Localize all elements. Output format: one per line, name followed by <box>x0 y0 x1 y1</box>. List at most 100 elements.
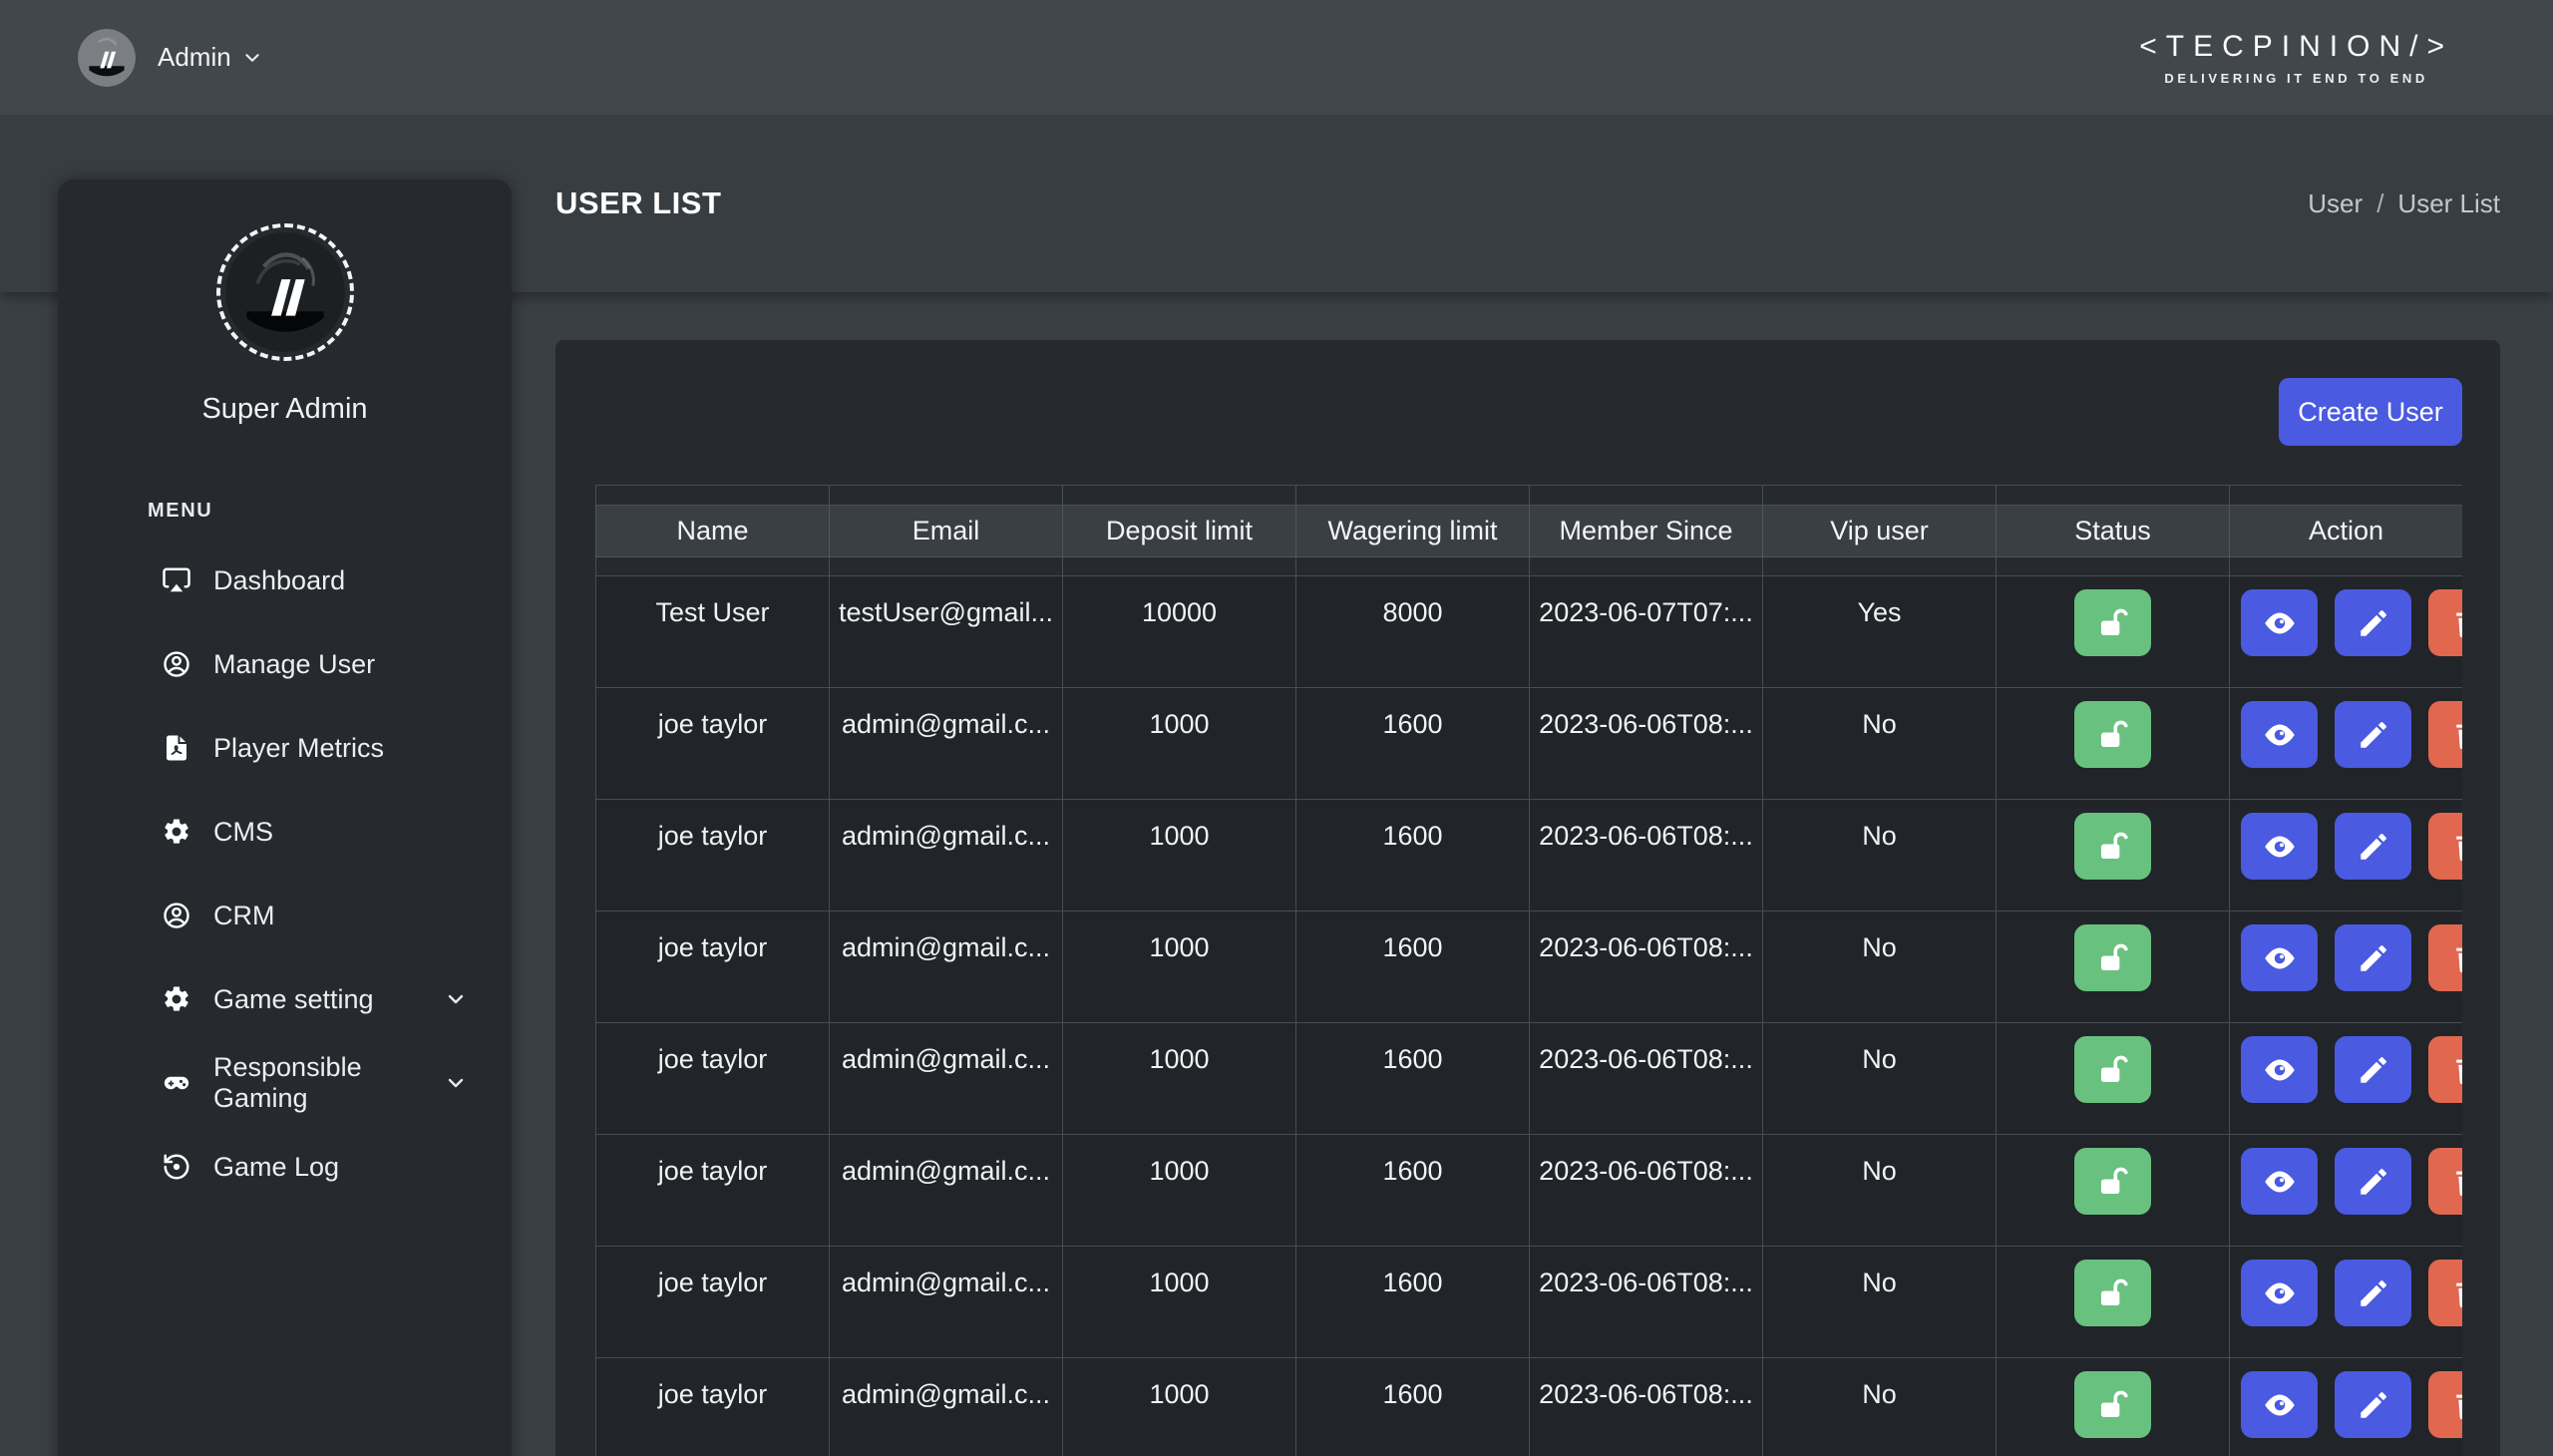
status-unlock-button[interactable] <box>2074 1371 2151 1438</box>
brand-logo: <TECPINION/> DELIVERING IT END TO END <box>2139 30 2453 86</box>
cell-email: admin@gmail.c... <box>829 1134 1063 1247</box>
status-unlock-button[interactable] <box>2074 589 2151 656</box>
status-unlock-button[interactable] <box>2074 701 2151 768</box>
pencil-icon <box>2357 1388 2390 1422</box>
cell-wagering-limit: 1600 <box>1295 910 1530 1023</box>
status-unlock-button[interactable] <box>2074 1148 2151 1215</box>
eye-icon <box>2263 1053 2297 1087</box>
unlock-icon <box>2096 718 2130 752</box>
pencil-icon <box>2357 606 2390 640</box>
sidebar: Super Admin MENU Dashboard Manage User Pla… <box>58 180 512 1456</box>
pencil-icon <box>2357 718 2390 752</box>
view-user-button[interactable] <box>2241 1260 2318 1326</box>
view-user-button[interactable] <box>2241 589 2318 656</box>
edit-user-button[interactable] <box>2335 1148 2411 1215</box>
cell-email: admin@gmail.c... <box>829 1246 1063 1358</box>
status-unlock-button[interactable] <box>2074 1036 2151 1103</box>
history-icon <box>162 1152 191 1182</box>
sidebar-item-label: Game setting <box>213 983 374 1014</box>
sidebar-item-cms[interactable]: CMS <box>58 790 512 874</box>
cell-vip-user: No <box>1762 1022 1997 1135</box>
cell-wagering-limit: 1600 <box>1295 1134 1530 1247</box>
edit-user-button[interactable] <box>2335 1371 2411 1438</box>
sidebar-menu: Dashboard Manage User Player Metrics CMS CRM… <box>58 539 512 1209</box>
trash-icon <box>2450 718 2462 752</box>
sidebar-item-label: Player Metrics <box>213 732 385 763</box>
edit-user-button[interactable] <box>2335 924 2411 991</box>
cell-member-since: 2023-06-06T08:... <box>1529 687 1763 800</box>
profile-avatar[interactable] <box>215 223 354 361</box>
view-user-button[interactable] <box>2241 813 2318 880</box>
sidebar-item-manage-user[interactable]: Manage User <box>58 622 512 706</box>
cell-status <box>1996 799 2230 911</box>
trash-icon <box>2450 830 2462 864</box>
cell-deposit-limit: 1000 <box>1062 1357 1296 1456</box>
cell-vip-user: No <box>1762 910 1997 1023</box>
view-user-button[interactable] <box>2241 1036 2318 1103</box>
view-user-button[interactable] <box>2241 701 2318 768</box>
column-header-status: Status <box>1996 505 2230 557</box>
column-header-email: Email <box>829 505 1063 557</box>
cell-member-since: 2023-06-06T08:... <box>1529 1246 1763 1358</box>
cell-email: admin@gmail.c... <box>829 1022 1063 1135</box>
delete-user-button[interactable] <box>2428 1036 2462 1103</box>
table-row: joe taylor admin@gmail.c... 1000 1600 2023-0… <box>595 1246 2462 1358</box>
status-unlock-button[interactable] <box>2074 924 2151 991</box>
cell-name: joe taylor <box>595 1357 830 1456</box>
cell-name: joe taylor <box>595 910 830 1023</box>
create-user-button[interactable]: Create User <box>2279 378 2462 446</box>
cell-wagering-limit: 1600 <box>1295 1246 1530 1358</box>
cell-name: joe taylor <box>595 687 830 800</box>
cell-deposit-limit: 10000 <box>1062 575 1296 688</box>
edit-user-button[interactable] <box>2335 589 2411 656</box>
cell-action <box>2229 1357 2462 1456</box>
unlock-icon <box>2096 941 2130 975</box>
brand-title: <TECPINION/> <box>2139 29 2453 63</box>
column-header-action: Action <box>2229 505 2462 557</box>
view-user-button[interactable] <box>2241 924 2318 991</box>
cell-wagering-limit: 1600 <box>1295 1357 1530 1456</box>
table-row: Test User testUser@gmail... 10000 8000 2023-… <box>595 575 2462 688</box>
sidebar-item-crm[interactable]: CRM <box>58 874 512 957</box>
sidebar-item-game-setting[interactable]: Game setting <box>58 957 512 1041</box>
table-row: joe taylor admin@gmail.c... 1000 1600 2023-0… <box>595 910 2462 1023</box>
status-unlock-button[interactable] <box>2074 813 2151 880</box>
edit-user-button[interactable] <box>2335 813 2411 880</box>
delete-user-button[interactable] <box>2428 813 2462 880</box>
cell-name: Test User <box>595 575 830 688</box>
delete-user-button[interactable] <box>2428 589 2462 656</box>
chevron-down-icon <box>444 1071 468 1095</box>
unlock-icon <box>2096 1165 2130 1199</box>
delete-user-button[interactable] <box>2428 924 2462 991</box>
delete-user-button[interactable] <box>2428 701 2462 768</box>
admin-menu[interactable]: Admin <box>78 28 263 87</box>
edit-user-button[interactable] <box>2335 1036 2411 1103</box>
sidebar-item-dashboard[interactable]: Dashboard <box>58 539 512 622</box>
eye-icon <box>2263 606 2297 640</box>
avatar[interactable] <box>78 28 136 87</box>
admin-label[interactable]: Admin <box>158 42 231 73</box>
cell-email: admin@gmail.c... <box>829 687 1063 800</box>
cell-deposit-limit: 1000 <box>1062 910 1296 1023</box>
view-user-button[interactable] <box>2241 1148 2318 1215</box>
sidebar-item-game-log[interactable]: Game Log <box>58 1125 512 1209</box>
status-unlock-button[interactable] <box>2074 1260 2151 1326</box>
delete-user-button[interactable] <box>2428 1371 2462 1438</box>
sidebar-item-player-metrics[interactable]: Player Metrics <box>58 706 512 790</box>
edit-user-button[interactable] <box>2335 701 2411 768</box>
sidebar-item-label: CMS <box>213 816 273 847</box>
cell-email: testUser@gmail... <box>829 575 1063 688</box>
cell-deposit-limit: 1000 <box>1062 687 1296 800</box>
column-header-vip-user: Vip user <box>1762 505 1997 557</box>
eye-icon <box>2263 830 2297 864</box>
cell-wagering-limit: 8000 <box>1295 575 1530 688</box>
delete-user-button[interactable] <box>2428 1148 2462 1215</box>
pencil-icon <box>2357 830 2390 864</box>
edit-user-button[interactable] <box>2335 1260 2411 1326</box>
view-user-button[interactable] <box>2241 1371 2318 1438</box>
delete-user-button[interactable] <box>2428 1260 2462 1326</box>
breadcrumb-user[interactable]: User <box>2308 188 2363 219</box>
cell-status <box>1996 1357 2230 1456</box>
trash-icon <box>2450 1388 2462 1422</box>
sidebar-item-responsible-gaming[interactable]: Responsible Gaming <box>58 1041 512 1125</box>
